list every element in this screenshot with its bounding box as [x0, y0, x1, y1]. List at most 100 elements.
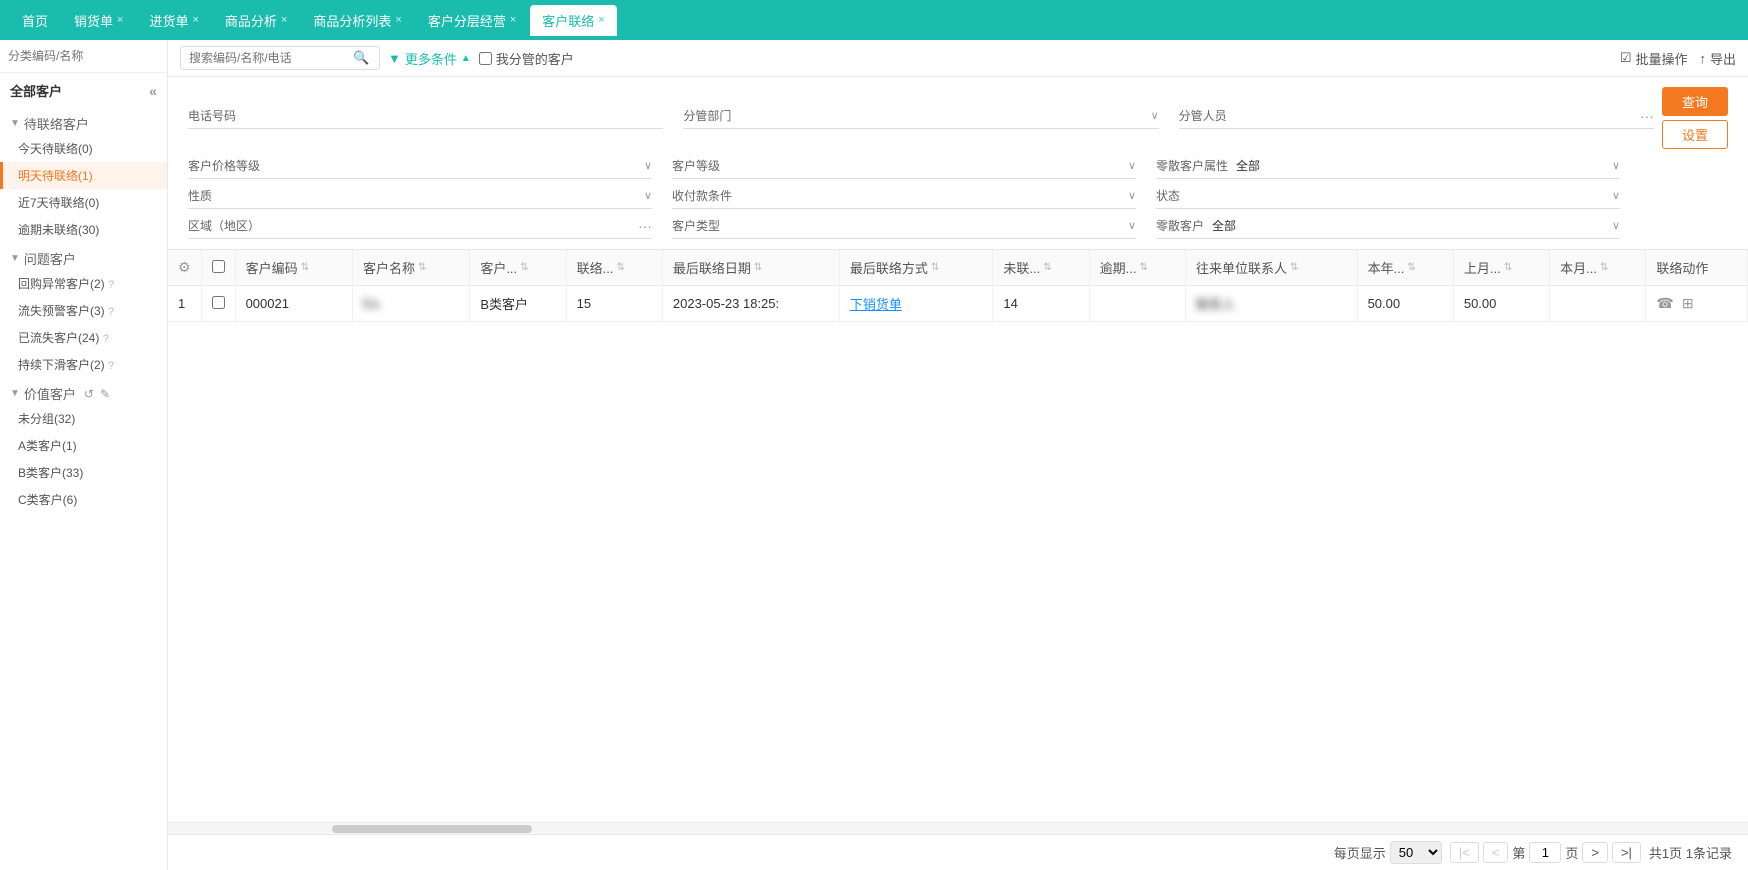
close-icon[interactable]: × — [510, 14, 516, 26]
contact-method-link[interactable]: 下销货单 — [850, 297, 902, 312]
sidebar-item-class-b[interactable]: B类客户(33) — [0, 459, 167, 486]
query-button[interactable]: 查询 — [1662, 87, 1728, 116]
phone-input[interactable] — [256, 109, 663, 123]
action-icons: ☎ ⊞ — [1656, 295, 1737, 312]
row-checkbox[interactable] — [212, 296, 225, 309]
sort-icon: ⇅ — [1407, 262, 1415, 273]
sidebar-item-ungrouped[interactable]: 未分组(32) — [0, 405, 167, 432]
sidebar-item-class-a[interactable]: A类客户(1) — [0, 432, 167, 459]
select-all-checkbox[interactable] — [212, 260, 225, 273]
th-last-contact-date[interactable]: 最后联络日期 ⇅ — [662, 250, 839, 286]
th-customer-name[interactable]: 客户名称 ⇅ — [352, 250, 469, 286]
close-icon[interactable]: × — [117, 14, 123, 26]
group-value-customers[interactable]: ▼ 价值客户 ↺ ✎ — [0, 378, 167, 405]
td-last-contact-method: 下销货单 — [839, 286, 993, 322]
batch-ops-button[interactable]: ☑ 批量操作 — [1620, 49, 1688, 68]
th-checkbox[interactable] — [201, 250, 235, 286]
th-overdue[interactable]: 逾期... ⇅ — [1089, 250, 1185, 286]
td-checkbox[interactable] — [201, 286, 235, 322]
filter-row-4: 区域（地区） ··· 客户类型 ∨ 零散客户 全部 ∨ — [188, 217, 1728, 239]
close-icon[interactable]: × — [192, 14, 198, 26]
next-page-button[interactable]: > — [1582, 842, 1608, 863]
sidebar-item-7days-contact[interactable]: 近7天待联络(0) — [0, 189, 167, 216]
toolbar: 🔍 ▼ 更多条件 ▲ 我分管的客户 ☑ 批量操作 ↑ 导出 — [168, 40, 1748, 77]
td-overdue — [1089, 286, 1185, 322]
nav-customer-contact[interactable]: 客户联络 × — [530, 5, 616, 36]
group-problem-customers[interactable]: ▼ 问题客户 — [0, 243, 167, 270]
filter-payment[interactable]: 收付款条件 ∨ — [672, 187, 1136, 209]
filter-status[interactable]: 状态 ∨ — [1156, 187, 1620, 209]
top-nav: 首页 销货单 × 进货单 × 商品分析 × 商品分析列表 × 客户分层经营 × … — [0, 0, 1748, 40]
all-customers-section[interactable]: 全部客户 « — [0, 73, 167, 108]
sidebar-search-input[interactable] — [8, 49, 163, 63]
phone-icon[interactable]: ☎ — [1656, 295, 1673, 312]
nav-product-analysis-list[interactable]: 商品分析列表 × — [301, 5, 413, 36]
my-customer-checkbox-area[interactable]: 我分管的客户 — [479, 49, 574, 68]
th-gear[interactable]: ⚙ — [168, 250, 201, 286]
filter-customer-value-grade[interactable]: 客户价格等级 ∨ — [188, 157, 652, 179]
close-icon[interactable]: × — [395, 14, 401, 26]
filter-region[interactable]: 区域（地区） ··· — [188, 217, 652, 239]
sidebar-item-tomorrow-contact[interactable]: 明天待联络(1) — [0, 162, 167, 189]
sidebar-item-churned[interactable]: 已流失客户(24) ? — [0, 324, 167, 351]
nav-product-analysis[interactable]: 商品分析 × — [213, 5, 299, 36]
filter-dept[interactable]: 分管部门 ∨ — [683, 107, 1158, 129]
horizontal-scrollbar[interactable] — [168, 822, 1748, 834]
sidebar-item-class-c[interactable]: C类客户(6) — [0, 486, 167, 513]
td-this-year: 50.00 — [1357, 286, 1453, 322]
th-customer-code[interactable]: 客户编码 ⇅ — [235, 250, 352, 286]
more-icon[interactable]: ··· — [1640, 108, 1654, 124]
filter-person[interactable]: 分管人员 ··· — [1179, 107, 1654, 129]
filter-row-3: 性质 ∨ 收付款条件 ∨ 状态 ∨ — [188, 187, 1728, 209]
scrollbar-thumb[interactable] — [332, 825, 532, 833]
th-customer-type[interactable]: 客户... ⇅ — [470, 250, 566, 286]
setting-button[interactable]: 设置 — [1662, 120, 1728, 149]
prev-page-button[interactable]: < — [1483, 842, 1509, 863]
nav-customer-stratification[interactable]: 客户分层经营 × — [416, 5, 528, 36]
filter-retail-customer[interactable]: 零散客户 全部 ∨ — [1156, 217, 1620, 239]
sidebar-item-overdue-contact[interactable]: 逾期未联络(30) — [0, 216, 167, 243]
filter-icon: ▼ — [388, 51, 401, 66]
th-uncontacted[interactable]: 未联... ⇅ — [993, 250, 1089, 286]
search-icon[interactable]: 🔍 — [353, 50, 369, 66]
sidebar-item-churn-warning[interactable]: 流失预警客户(3) ? — [0, 297, 167, 324]
first-page-button[interactable]: |< — [1450, 842, 1479, 863]
last-page-button[interactable]: >| — [1612, 842, 1641, 863]
th-last-month[interactable]: 上月... ⇅ — [1453, 250, 1549, 286]
page-number-input[interactable] — [1529, 842, 1561, 863]
th-this-year[interactable]: 本年... ⇅ — [1357, 250, 1453, 286]
more-filter-button[interactable]: ▼ 更多条件 ▲ — [388, 49, 471, 68]
filter-customer-grade[interactable]: 客户等级 ∨ — [672, 157, 1136, 179]
sort-icon: ⇅ — [301, 262, 309, 273]
customer-table: ⚙ 客户编码 ⇅ 客户名称 — [168, 250, 1748, 322]
sidebar: 🔍 全部客户 « ▼ 待联络客户 今天待联络(0) 明天待联络(1) 近7天待联… — [0, 40, 168, 870]
search-input[interactable] — [189, 51, 349, 65]
sidebar-item-declining[interactable]: 持续下滑客户(2) ? — [0, 351, 167, 378]
chevron-down-icon: ∨ — [1612, 159, 1620, 172]
filter-gender[interactable]: 性质 ∨ — [188, 187, 652, 209]
page-size-select[interactable]: 50 100 200 — [1390, 841, 1442, 864]
sidebar-item-repurchase-abnormal[interactable]: 回购异常客户(2) ? — [0, 270, 167, 297]
th-contact-person[interactable]: 往来单位联系人 ⇅ — [1185, 250, 1357, 286]
grid-icon[interactable]: ⊞ — [1682, 295, 1694, 312]
sort-icon: ⇅ — [1043, 262, 1051, 273]
filter-retail-attr[interactable]: 零散客户属性 全部 ∨ — [1156, 157, 1620, 179]
filter-customer-type[interactable]: 客户类型 ∨ — [672, 217, 1136, 239]
td-name: Ea — [352, 286, 469, 322]
close-icon[interactable]: × — [598, 14, 604, 26]
nav-sales-order[interactable]: 销货单 × — [62, 5, 135, 36]
my-customer-checkbox[interactable] — [479, 52, 492, 65]
more-icon[interactable]: ··· — [638, 218, 652, 234]
sidebar-item-today-contact[interactable]: 今天待联络(0) — [0, 135, 167, 162]
nav-home[interactable]: 首页 — [10, 5, 60, 36]
collapse-icon[interactable]: « — [149, 83, 157, 99]
th-contact-count[interactable]: 联络... ⇅ — [566, 250, 662, 286]
th-this-month[interactable]: 本月... ⇅ — [1550, 250, 1646, 286]
filter-row-2: 客户价格等级 ∨ 客户等级 ∨ 零散客户属性 全部 ∨ — [188, 157, 1728, 179]
group-pending-contact[interactable]: ▼ 待联络客户 — [0, 108, 167, 135]
export-button[interactable]: ↑ 导出 — [1699, 49, 1736, 68]
close-icon[interactable]: × — [281, 14, 287, 26]
settings-icon[interactable]: ⚙ — [178, 259, 191, 275]
nav-purchase-order[interactable]: 进货单 × — [137, 5, 210, 36]
th-last-contact-method[interactable]: 最后联络方式 ⇅ — [839, 250, 993, 286]
